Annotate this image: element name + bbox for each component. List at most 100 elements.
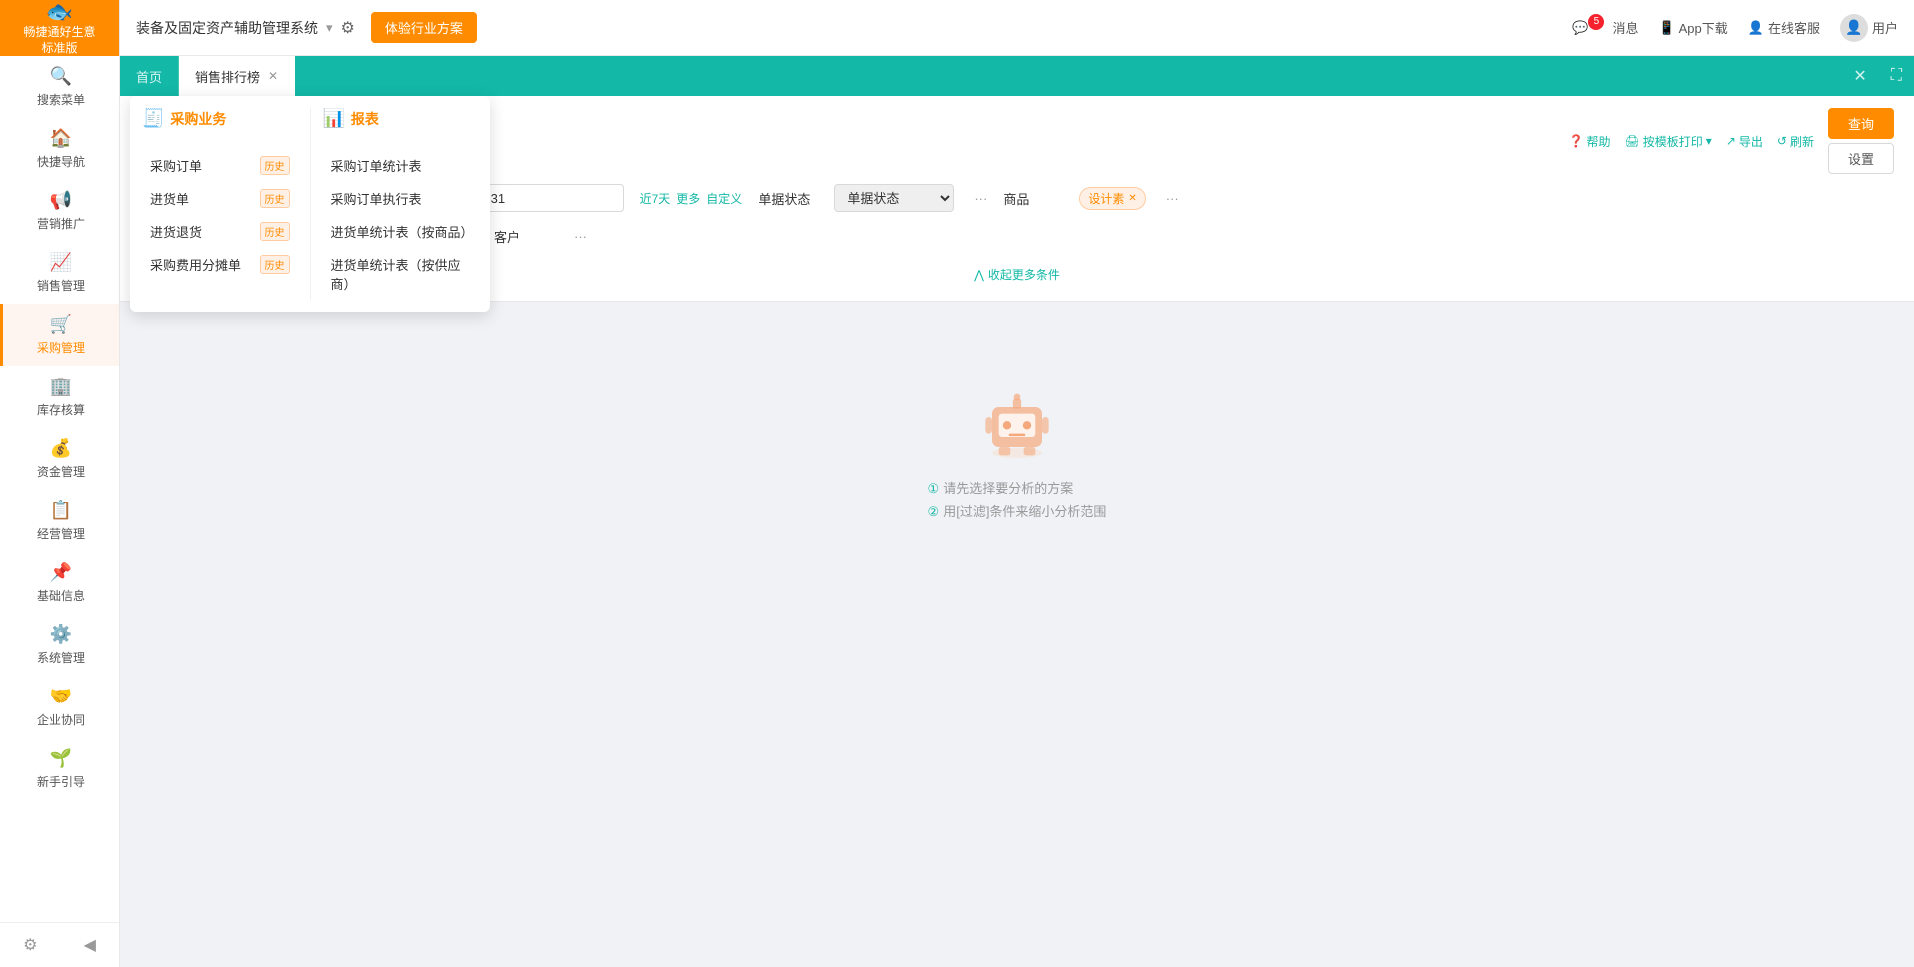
- tab-home[interactable]: 首页: [120, 56, 179, 96]
- operations-label: 经营管理: [37, 525, 85, 542]
- settings-footer-btn[interactable]: ⚙: [23, 935, 37, 955]
- history-badge: 历史: [260, 189, 290, 208]
- export-icon: ↗: [1726, 134, 1736, 148]
- shortcut-7days[interactable]: 近7天: [640, 190, 671, 207]
- marketing-label: 营销推广: [37, 215, 85, 232]
- empty-illustration: [967, 382, 1067, 462]
- collapse-footer-btn[interactable]: ◀: [84, 935, 96, 955]
- user-btn[interactable]: 👤 用户: [1840, 14, 1898, 42]
- print-btn[interactable]: 🖨 按模板打印 ▾: [1625, 133, 1712, 150]
- report-dropdown-item[interactable]: 进货单统计表（按供应商）: [323, 248, 479, 300]
- purchase-items-list: 采购订单历史进货单历史进货退货历史采购费用分摊单历史: [142, 149, 298, 281]
- shortcut-custom[interactable]: 自定义: [706, 190, 742, 207]
- sidebar-logo: 🐟 畅捷通好生意 标准版: [0, 0, 119, 56]
- search-label: 搜索菜单: [37, 91, 85, 108]
- empty-tips: ①请先选择要分析的方案 ②用[过滤]条件来缩小分析范围: [928, 474, 1107, 524]
- message-btn[interactable]: 💬 5 消息: [1572, 18, 1638, 37]
- topbar: 装备及固定资产辅助管理系统 ▾ ⚙ 体验行业方案 💬 5 消息 📱 App下载 …: [120, 0, 1914, 56]
- sales-label: 销售管理: [37, 277, 85, 294]
- collapse-up-icon: ⋀: [974, 268, 984, 282]
- purchase-dropdown-item[interactable]: 采购费用分摊单历史: [142, 248, 298, 281]
- report-dropdown-item[interactable]: 采购订单执行表: [323, 182, 479, 215]
- sidebar-item-search[interactable]: 🔍 搜索菜单: [0, 56, 119, 118]
- newbie-label: 新手引导: [37, 773, 85, 790]
- goods-ellipsis[interactable]: ···: [1166, 191, 1179, 206]
- sidebar-item-basic-info[interactable]: 📌 基础信息: [0, 552, 119, 614]
- enterprise-label: 企业协同: [37, 711, 85, 728]
- history-badge: 历史: [260, 255, 290, 274]
- report-dropdown-item[interactable]: 进货单统计表（按商品）: [323, 215, 479, 248]
- purchase-dropdown-menu: 🧾 采购业务 采购订单历史进货单历史进货退货历史采购费用分摊单历史 📊 报表 采…: [130, 96, 490, 312]
- tab-sales-rank[interactable]: 销售排行榜 ✕: [179, 56, 295, 96]
- report-col-title: 📊 报表: [323, 108, 479, 137]
- tabbar-expand-icon[interactable]: ⛶: [1879, 67, 1914, 85]
- report-dropdown-item[interactable]: 采购订单统计表: [323, 149, 479, 182]
- doc-status-label: 单据状态: [758, 189, 818, 208]
- purchase-col: 🧾 采购业务 采购订单历史进货单历史进货退货历史采购费用分摊单历史: [130, 108, 310, 300]
- query-btn[interactable]: 查询: [1828, 108, 1894, 139]
- message-badge: 5: [1588, 14, 1604, 30]
- report-col: 📊 报表 采购订单统计表采购订单执行表进货单统计表（按商品）进货单统计表（按供应…: [310, 108, 491, 300]
- topbar-gear-icon[interactable]: ⚙: [341, 18, 355, 38]
- sidebar-item-system[interactable]: ⚙️ 系统管理: [0, 614, 119, 676]
- tab-sales-rank-close-icon[interactable]: ✕: [268, 69, 278, 83]
- sidebar-nav: 🔍 搜索菜单 🏠 快捷导航 📢 营销推广 📈 销售管理 🛒 采购管理 🏢 库存核…: [0, 56, 119, 922]
- purchase-icon: 🛒: [50, 314, 72, 335]
- sidebar-item-sales[interactable]: 📈 销售管理: [0, 242, 119, 304]
- online-service-label: 在线客服: [1768, 18, 1820, 37]
- sidebar-item-marketing[interactable]: 📢 营销推广: [0, 180, 119, 242]
- topbar-right: 💬 5 消息 📱 App下载 👤 在线客服 👤 用户: [1572, 14, 1898, 42]
- customer-ellipsis[interactable]: ···: [574, 229, 587, 244]
- refresh-icon: ↺: [1777, 134, 1787, 148]
- sidebar-item-enterprise[interactable]: 🤝 企业协同: [0, 676, 119, 738]
- sidebar-footer: ⚙ ◀: [0, 922, 119, 967]
- goods-tag-text: 设计素: [1088, 190, 1124, 207]
- finance-label: 资金管理: [37, 463, 85, 480]
- online-service-btn[interactable]: 👤 在线客服: [1748, 18, 1820, 37]
- refresh-btn[interactable]: ↺ 刷新: [1777, 133, 1814, 150]
- sidebar-item-quick-nav[interactable]: 🏠 快捷导航: [0, 118, 119, 180]
- help-icon: ❓: [1569, 134, 1584, 148]
- sidebar-item-inventory[interactable]: 🏢 库存核算: [0, 366, 119, 428]
- date-shortcuts: 近7天 更多 自定义: [640, 190, 743, 207]
- sidebar-item-operations[interactable]: 📋 经营管理: [0, 490, 119, 552]
- newbie-icon: 🌱: [50, 748, 72, 769]
- doc-status-select[interactable]: 单据状态: [834, 184, 954, 212]
- print-icon: 🖨: [1625, 134, 1640, 148]
- print-dropdown-icon[interactable]: ▾: [1706, 134, 1712, 148]
- basic-info-icon: 📌: [50, 562, 72, 583]
- marketing-icon: 📢: [50, 190, 72, 211]
- inventory-label: 库存核算: [37, 401, 85, 418]
- sidebar: 🐟 畅捷通好生意 标准版 🔍 搜索菜单 🏠 快捷导航 📢 营销推广 📈 销售管理…: [0, 0, 120, 967]
- app-download-btn[interactable]: 📱 App下载: [1658, 18, 1727, 37]
- help-btn[interactable]: ❓ 帮助: [1569, 133, 1611, 150]
- topbar-arrow-icon[interactable]: ▾: [326, 20, 333, 36]
- tabbar: 首页 销售排行榜 ✕ ✕ ⛶: [120, 56, 1914, 96]
- purchase-dropdown-item[interactable]: 进货单历史: [142, 182, 298, 215]
- goods-tag-close-icon[interactable]: ✕: [1128, 193, 1136, 204]
- set-btn[interactable]: 设置: [1828, 143, 1894, 174]
- avatar: 👤: [1840, 14, 1868, 42]
- enterprise-icon: 🤝: [50, 686, 72, 707]
- quick-nav-label: 快捷导航: [37, 153, 85, 170]
- sidebar-item-purchase[interactable]: 🛒 采购管理: [0, 304, 119, 366]
- industry-btn[interactable]: 体验行业方案: [371, 12, 477, 43]
- quick-nav-icon: 🏠: [50, 128, 72, 149]
- purchase-col-title: 🧾 采购业务: [142, 108, 298, 137]
- tabbar-close-icon[interactable]: ✕: [1841, 66, 1878, 86]
- goods-label: 商品: [1003, 189, 1063, 208]
- purchase-dropdown-item[interactable]: 采购订单历史: [142, 149, 298, 182]
- message-label: 消息: [1612, 18, 1638, 37]
- doc-status-ellipsis[interactable]: ···: [974, 191, 987, 206]
- inventory-icon: 🏢: [50, 376, 72, 397]
- purchase-dropdown-item[interactable]: 进货退货历史: [142, 215, 298, 248]
- goods-tag: 设计素 ✕: [1079, 187, 1145, 210]
- sidebar-item-newbie[interactable]: 🌱 新手引导: [0, 738, 119, 800]
- sidebar-item-finance[interactable]: 💰 资金管理: [0, 428, 119, 490]
- shortcut-more[interactable]: 更多: [676, 190, 700, 207]
- user-label: 用户: [1872, 18, 1898, 37]
- message-icon: 💬: [1572, 20, 1588, 36]
- export-btn[interactable]: ↗ 导出: [1726, 133, 1763, 150]
- empty-state: ①请先选择要分析的方案 ②用[过滤]条件来缩小分析范围: [120, 302, 1914, 604]
- tab-sales-rank-label: 销售排行榜: [195, 67, 260, 86]
